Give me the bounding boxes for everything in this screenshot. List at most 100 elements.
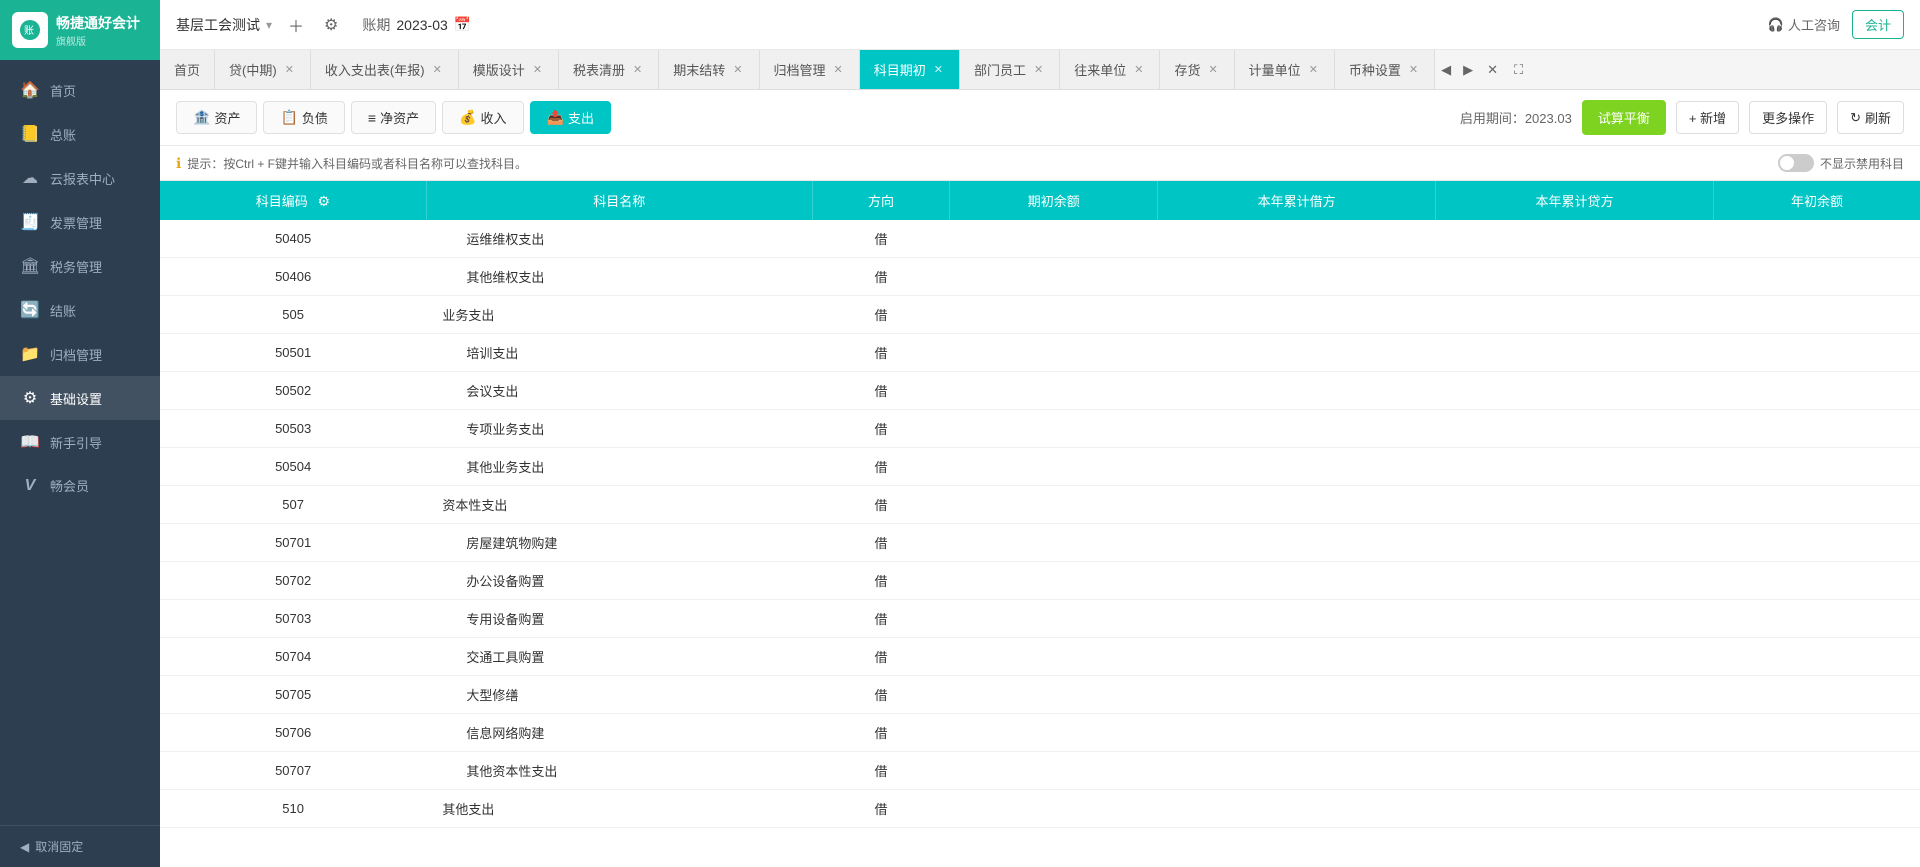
table-row[interactable]: 50705 大型修缮 借 xyxy=(160,676,1920,714)
tab-close-template[interactable]: ✕ xyxy=(531,61,544,78)
tab-close-unit[interactable]: ✕ xyxy=(1132,61,1145,78)
table-row[interactable]: 50702 办公设备购置 借 xyxy=(160,562,1920,600)
tab-currency[interactable]: 币种设置 ✕ xyxy=(1335,50,1435,90)
subtab-income[interactable]: 💰 收入 xyxy=(442,101,523,134)
subtab-asset[interactable]: 🏦 资产 xyxy=(176,101,257,134)
tab-archive[interactable]: 归档管理 ✕ xyxy=(760,50,860,90)
income-icon: 💰 xyxy=(459,109,476,126)
cell-direction: 借 xyxy=(812,714,950,752)
cell-ytd-debit xyxy=(1158,714,1436,752)
tab-unit[interactable]: 往来单位 ✕ xyxy=(1060,50,1160,90)
cell-code: 50702 xyxy=(160,562,426,600)
col-settings-icon[interactable]: ⚙ xyxy=(317,193,330,209)
tab-close-currency[interactable]: ✕ xyxy=(1407,61,1420,78)
col-header-code: 科目编码 ⚙ xyxy=(160,181,426,220)
subtab-net-asset[interactable]: ≡ 净资产 xyxy=(351,101,436,134)
cell-name: 业务支出 xyxy=(426,296,812,334)
table-row[interactable]: 505 业务支出 借 xyxy=(160,296,1920,334)
more-button[interactable]: 更多操作 xyxy=(1749,101,1827,134)
tab-measure[interactable]: 计量单位 ✕ xyxy=(1235,50,1335,90)
table-row[interactable]: 510 其他支出 借 xyxy=(160,790,1920,828)
tab-template[interactable]: 模版设计 ✕ xyxy=(459,50,559,90)
tab-close-mid[interactable]: ✕ xyxy=(283,61,296,78)
period-value[interactable]: 2023-03 xyxy=(396,17,447,33)
table-row[interactable]: 50501 培训支出 借 xyxy=(160,334,1920,372)
disabled-toggle[interactable]: 不显示禁用科目 xyxy=(1778,154,1904,172)
calendar-icon[interactable]: 📅 xyxy=(454,16,471,33)
sidebar-item-member[interactable]: V 畅会员 xyxy=(0,464,160,507)
sidebar-item-invoice[interactable]: 🧾 发票管理 xyxy=(0,200,160,244)
tab-dept[interactable]: 部门员工 ✕ xyxy=(960,50,1060,90)
tab-nav-prev[interactable]: ◀ xyxy=(1435,50,1457,90)
cell-code: 507 xyxy=(160,486,426,524)
sidebar-item-cloud[interactable]: ☁ 云报表中心 xyxy=(0,156,160,200)
tab-close-all[interactable]: ✕ xyxy=(1479,50,1506,90)
sidebar-item-close[interactable]: 🔄 结账 xyxy=(0,288,160,332)
cell-ytd-debit xyxy=(1158,638,1436,676)
table-row[interactable]: 50704 交通工具购置 借 xyxy=(160,638,1920,676)
sidebar-label-invoice: 发票管理 xyxy=(50,213,102,232)
sidebar-pin-toggle[interactable]: ◀ 取消固定 xyxy=(0,825,160,867)
tab-close-period-end[interactable]: ✕ xyxy=(731,61,744,78)
settings-icon: ⚙ xyxy=(20,388,40,408)
table-row[interactable]: 50502 会议支出 借 xyxy=(160,372,1920,410)
table-row[interactable]: 50405 运维维权支出 借 xyxy=(160,220,1920,258)
period-selector: 账期 2023-03 📅 xyxy=(362,15,471,35)
service-button[interactable]: 🎧 人工咨询 xyxy=(1768,15,1840,34)
subtab-expense[interactable]: 📤 支出 xyxy=(530,101,611,134)
asset-icon: 🏦 xyxy=(193,109,210,126)
calculate-button[interactable]: 试算平衡 xyxy=(1582,100,1666,135)
table-row[interactable]: 50504 其他业务支出 借 xyxy=(160,448,1920,486)
table-row[interactable]: 50707 其他资本性支出 借 xyxy=(160,752,1920,790)
table-row[interactable]: 50503 专项业务支出 借 xyxy=(160,410,1920,448)
tab-close-tax[interactable]: ✕ xyxy=(631,61,644,78)
tab-close-measure[interactable]: ✕ xyxy=(1307,61,1320,78)
cell-opening xyxy=(950,448,1158,486)
tab-tax[interactable]: 税表清册 ✕ xyxy=(559,50,659,90)
tab-expand[interactable]: ⛶ xyxy=(1506,50,1531,90)
table-row[interactable]: 50703 专用设备购置 借 xyxy=(160,600,1920,638)
tab-close-annual[interactable]: ✕ xyxy=(431,61,444,78)
tab-label-template: 模版设计 xyxy=(473,60,525,79)
table-row[interactable]: 50706 信息网络购建 借 xyxy=(160,714,1920,752)
tab-home[interactable]: 首页 xyxy=(160,50,215,90)
cell-direction: 借 xyxy=(812,562,950,600)
refresh-button[interactable]: ↻ 刷新 xyxy=(1837,101,1904,134)
table-row[interactable]: 50701 房屋建筑物购建 借 xyxy=(160,524,1920,562)
add-button[interactable]: + 新增 xyxy=(1676,101,1739,134)
topbar-gear-icon[interactable]: ⚙ xyxy=(320,11,342,39)
tab-close-subject-init[interactable]: ✕ xyxy=(932,61,945,78)
cell-ytd-credit xyxy=(1436,714,1714,752)
tab-nav-next[interactable]: ▶ xyxy=(1457,50,1479,90)
add-tab-button[interactable]: ＋ xyxy=(284,9,308,41)
tab-mid-period[interactable]: 贷(中期) ✕ xyxy=(215,50,311,90)
table-row[interactable]: 50406 其他维权支出 借 xyxy=(160,258,1920,296)
tab-period-end[interactable]: 期末结转 ✕ xyxy=(659,50,759,90)
tab-annual[interactable]: 收入支出表(年报) ✕ xyxy=(311,50,459,90)
sidebar-item-home[interactable]: 🏠 首页 xyxy=(0,68,160,112)
cell-year-opening xyxy=(1714,562,1920,600)
sidebar-item-settings[interactable]: ⚙ 基础设置 xyxy=(0,376,160,420)
cell-code: 50707 xyxy=(160,752,426,790)
cell-opening xyxy=(950,714,1158,752)
tab-close-inventory[interactable]: ✕ xyxy=(1206,61,1219,78)
account-button[interactable]: 会计 xyxy=(1852,10,1904,39)
net-asset-icon: ≡ xyxy=(368,110,376,126)
sidebar-item-tax[interactable]: 🏛 税务管理 xyxy=(0,244,160,288)
toggle-control[interactable] xyxy=(1778,154,1814,172)
subtab-liability[interactable]: 📋 负债 xyxy=(263,101,344,134)
tab-subject-init[interactable]: 科目期初 ✕ xyxy=(860,50,960,90)
cell-name: 资本性支出 xyxy=(426,486,812,524)
tab-close-archive[interactable]: ✕ xyxy=(832,61,845,78)
cell-direction: 借 xyxy=(812,524,950,562)
sidebar-item-guide[interactable]: 📖 新手引导 xyxy=(0,420,160,464)
cell-ytd-credit xyxy=(1436,486,1714,524)
tab-close-dept[interactable]: ✕ xyxy=(1032,61,1045,78)
cell-year-opening xyxy=(1714,790,1920,828)
table-row[interactable]: 507 资本性支出 借 xyxy=(160,486,1920,524)
sidebar-item-ledger[interactable]: 📒 总账 xyxy=(0,112,160,156)
company-selector[interactable]: 基层工会测试 ▾ xyxy=(176,15,272,35)
table-wrapper[interactable]: 科目编码 ⚙ 科目名称 方向 期初余额 本年累计借方 本年累计贷方 年初余额 xyxy=(160,181,1920,867)
sidebar-item-archive[interactable]: 📁 归档管理 xyxy=(0,332,160,376)
tab-inventory[interactable]: 存货 ✕ xyxy=(1160,50,1234,90)
